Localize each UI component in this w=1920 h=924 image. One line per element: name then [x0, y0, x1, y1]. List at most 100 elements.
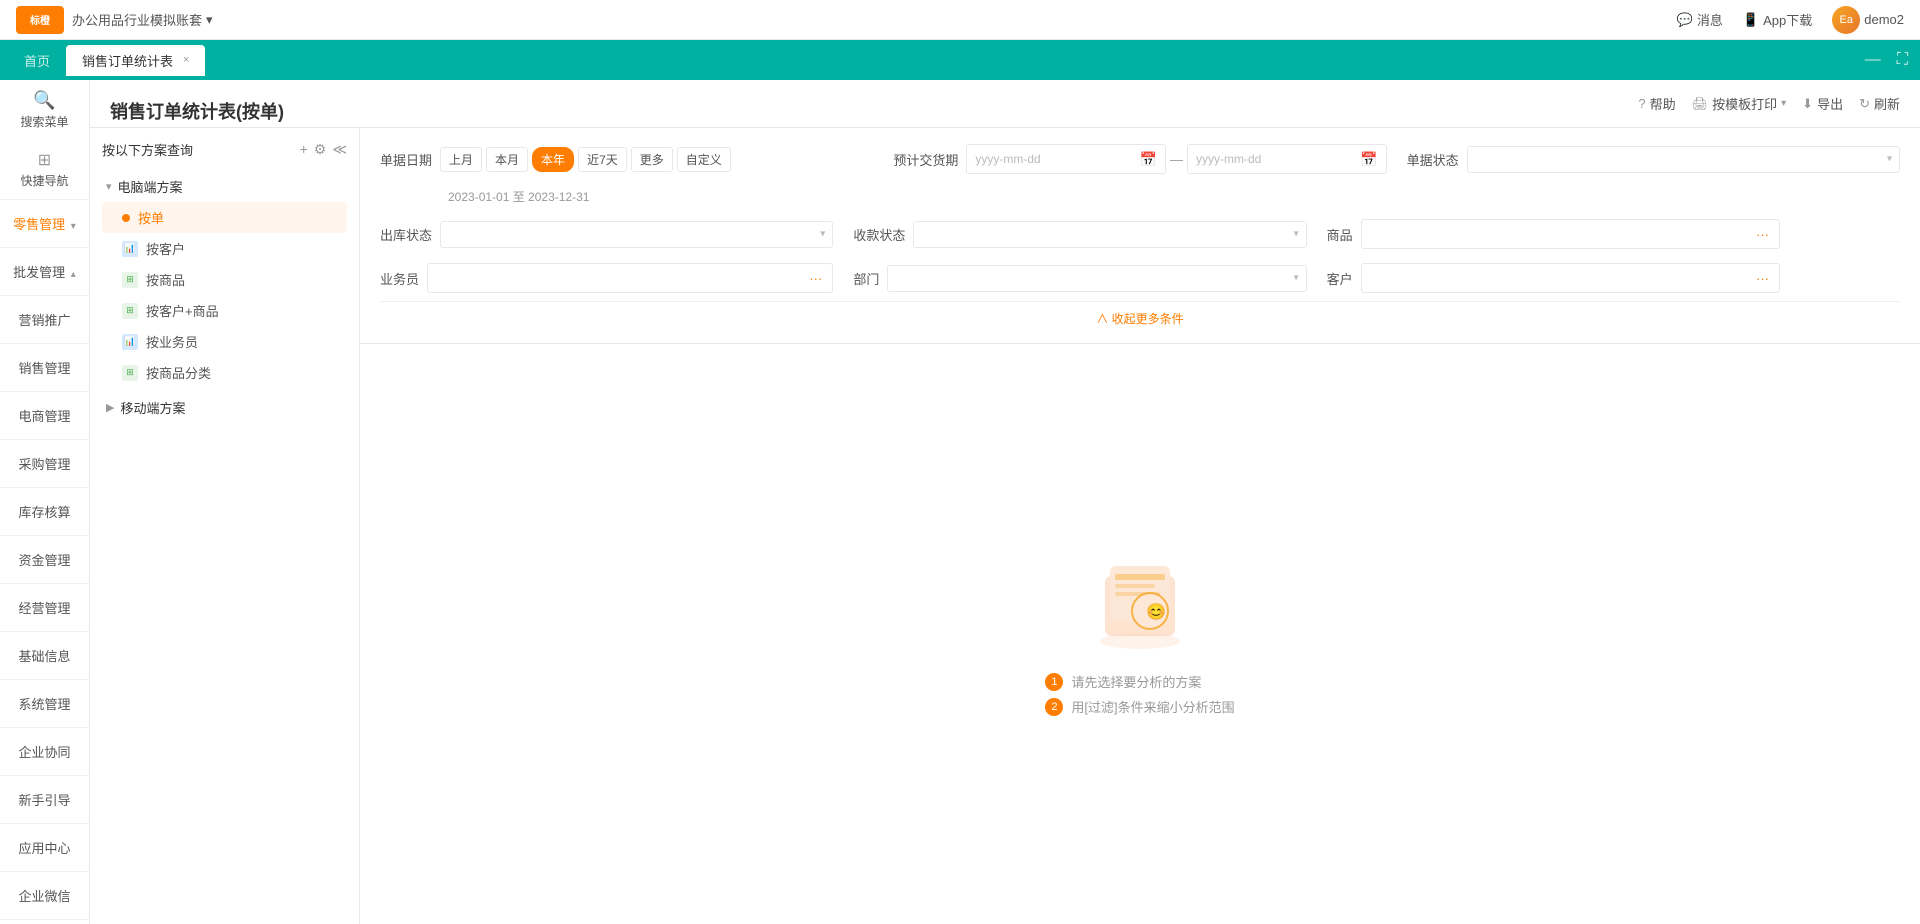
dept-select[interactable]	[887, 265, 1306, 292]
sidebar-item-appcenter[interactable]: 应用中心	[0, 824, 89, 872]
scheme-settings-btn[interactable]: ⚙	[314, 141, 327, 158]
sidebar-item-member[interactable]: 畅会员	[0, 920, 89, 924]
scheme-item-active[interactable]: 按单	[102, 202, 347, 233]
sidebar-enterprise-label: 企业协同	[18, 745, 70, 760]
sidebar-item-sales[interactable]: 销售管理	[0, 344, 89, 392]
sidebar-item-inventory[interactable]: 库存核算	[0, 488, 89, 536]
scheme-pc-header[interactable]: ▾ 电脑端方案	[102, 171, 347, 202]
sidebar-inventory-label: 库存核算	[18, 505, 70, 520]
salesperson-input[interactable]: ···	[427, 263, 833, 293]
scheme-collapse-btn[interactable]: ≪	[332, 141, 347, 158]
sidebar-item-wholesale[interactable]: 批发管理 ▴	[0, 248, 89, 296]
scheme-pc-expand-icon: ▾	[106, 180, 112, 193]
empty-hint-2: 2 用[过滤]条件来缩小分析范围	[1045, 697, 1234, 716]
date-btn-this-month[interactable]: 本月	[486, 147, 528, 172]
sidebar-item-ecommerce[interactable]: 电商管理	[0, 392, 89, 440]
date-range-display: 2023-01-01 至 2023-12-31	[448, 190, 589, 204]
tab-minimize-btn[interactable]: —	[1861, 47, 1885, 73]
filter-dept-cell: 部门 ▾	[853, 265, 1306, 292]
export-action[interactable]: ⬇ 导出	[1802, 94, 1843, 113]
sidebar-item-retail[interactable]: 零售管理 ▾	[0, 200, 89, 248]
scheme-add-btn[interactable]: +	[300, 141, 308, 158]
date-btn-last-month[interactable]: 上月	[440, 147, 482, 172]
empty-svg: 😊	[1080, 546, 1200, 656]
product-input[interactable]: ···	[1361, 219, 1780, 249]
pred-date-end-placeholder: yyyy-mm-dd	[1196, 152, 1261, 166]
sidebar-item-purchase[interactable]: 采购管理	[0, 440, 89, 488]
sidebar-item-enterprise[interactable]: 企业协同	[0, 728, 89, 776]
pred-date-start-cal-icon: 📅	[1140, 151, 1157, 168]
scheme-customer-product-label: 按客户+商品	[146, 301, 219, 320]
tab-maximize-btn[interactable]: ⛶	[1893, 47, 1912, 73]
sidebar-item-marketing[interactable]: 营销推广	[0, 296, 89, 344]
salesperson-ellipsis-icon[interactable]: ···	[809, 271, 822, 286]
avatar: Ea	[1832, 6, 1860, 34]
scheme-mobile-expand-icon: ▶	[106, 401, 114, 414]
sidebar-item-quicknav[interactable]: ⊞ 快捷导航	[0, 140, 89, 200]
scheme-item-by-product[interactable]: ⊞ 按商品	[102, 264, 347, 295]
sidebar: 🔍 搜索菜单 ⊞ 快捷导航 零售管理 ▾ 批发管理 ▴ 营销推广 销售管理 电商…	[0, 80, 90, 924]
pred-date-start-input[interactable]: yyyy-mm-dd 📅	[966, 144, 1166, 174]
sidebar-purchase-label: 采购管理	[18, 457, 70, 472]
sidebar-system-label: 系统管理	[18, 697, 70, 712]
export-label: 导出	[1817, 94, 1843, 113]
customer-input[interactable]: ···	[1361, 263, 1780, 293]
scheme-item-by-customer-product[interactable]: ⊞ 按客户+商品	[102, 295, 347, 326]
empty-hint-1: 1 请先选择要分析的方案	[1045, 672, 1234, 691]
top-bar: 标橙 办公用品行业模拟账套 ▾ 💬 消息 📱 App下载 Ea demo2	[0, 0, 1920, 40]
tab-bar-right: — ⛶	[1861, 47, 1912, 73]
app-selector[interactable]: 办公用品行业模拟账套 ▾	[72, 10, 213, 29]
user-profile[interactable]: Ea demo2	[1832, 6, 1904, 34]
collapse-btn[interactable]: ∧ 收起更多条件	[1096, 312, 1183, 326]
tab-close-icon[interactable]: ×	[183, 54, 189, 66]
top-bar-left: 标橙 办公用品行业模拟账套 ▾	[16, 6, 213, 34]
scheme-item-by-customer[interactable]: 📊 按客户	[102, 233, 347, 264]
sidebar-ecommerce-label: 电商管理	[18, 409, 70, 424]
empty-hints: 1 请先选择要分析的方案 2 用[过滤]条件来缩小分析范围	[1045, 672, 1234, 722]
sidebar-item-finance[interactable]: 资金管理	[0, 536, 89, 584]
sidebar-item-search[interactable]: 🔍 搜索菜单	[0, 80, 89, 140]
status-label: 单据状态	[1407, 150, 1459, 169]
sidebar-corpwechat-label: 企业微信	[18, 889, 70, 904]
sidebar-item-basic[interactable]: 基础信息	[0, 632, 89, 680]
page-actions: ? 帮助 🖨 按模板打印 ▾ ⬇ 导出 ↻ 刷新	[1638, 94, 1900, 127]
filter-status-cell: 单据状态 ▾ 查询 设置	[1407, 146, 1900, 173]
hint-num-2: 2	[1045, 698, 1063, 716]
right-area: 单据日期 上月 本月 本年 近7天 更多 自定义	[360, 128, 1920, 924]
message-action[interactable]: 💬 消息	[1677, 10, 1723, 29]
refresh-action[interactable]: ↻ 刷新	[1859, 94, 1900, 113]
hint-num-1: 1	[1045, 673, 1063, 691]
tab-sales-order[interactable]: 销售订单统计表 ×	[66, 45, 205, 76]
help-action[interactable]: ? 帮助	[1638, 94, 1675, 113]
payment-status-select[interactable]	[913, 221, 1306, 248]
sidebar-item-system[interactable]: 系统管理	[0, 680, 89, 728]
filter-customer-cell: 客户 ···	[1327, 263, 1780, 293]
date-btn-custom[interactable]: 自定义	[677, 147, 731, 172]
product-ellipsis-icon[interactable]: ···	[1756, 227, 1769, 242]
scheme-mobile-header[interactable]: ▶ 移动端方案	[102, 392, 347, 423]
status-select[interactable]	[1467, 146, 1900, 173]
customer-ellipsis-icon[interactable]: ···	[1756, 271, 1769, 286]
dept-label: 部门	[853, 269, 879, 288]
out-status-select[interactable]	[440, 221, 833, 248]
sidebar-item-corpwechat[interactable]: 企业微信	[0, 872, 89, 920]
template-print-action[interactable]: 🖨 按模板打印 ▾	[1692, 94, 1787, 113]
scheme-item-by-salesperson[interactable]: 📊 按业务员	[102, 326, 347, 357]
sidebar-wholesale-label: 批发管理	[13, 265, 65, 280]
scheme-mobile-category: ▶ 移动端方案	[102, 392, 347, 423]
sidebar-item-newguide[interactable]: 新手引导	[0, 776, 89, 824]
sidebar-item-operations[interactable]: 经营管理	[0, 584, 89, 632]
sidebar-retail-label: 零售管理	[13, 217, 65, 232]
date-btn-this-year[interactable]: 本年	[532, 147, 574, 172]
date-btn-more[interactable]: 更多	[631, 147, 673, 172]
tab-home[interactable]: 首页	[8, 45, 66, 76]
sidebar-finance-label: 资金管理	[18, 553, 70, 568]
scheme-pc-category: ▾ 电脑端方案 按单 📊 按客户 ⊞ 按商品	[102, 171, 347, 388]
date-btn-7days[interactable]: 近7天	[578, 147, 627, 172]
pred-date-start-placeholder: yyyy-mm-dd	[975, 152, 1040, 166]
scheme-item-by-category[interactable]: ⊞ 按商品分类	[102, 357, 347, 388]
app-download-action[interactable]: 📱 App下载	[1743, 10, 1812, 29]
sidebar-wholesale-arrow: ▴	[71, 269, 76, 280]
pred-date-end-input[interactable]: yyyy-mm-dd 📅	[1187, 144, 1387, 174]
sidebar-basic-label: 基础信息	[18, 649, 70, 664]
